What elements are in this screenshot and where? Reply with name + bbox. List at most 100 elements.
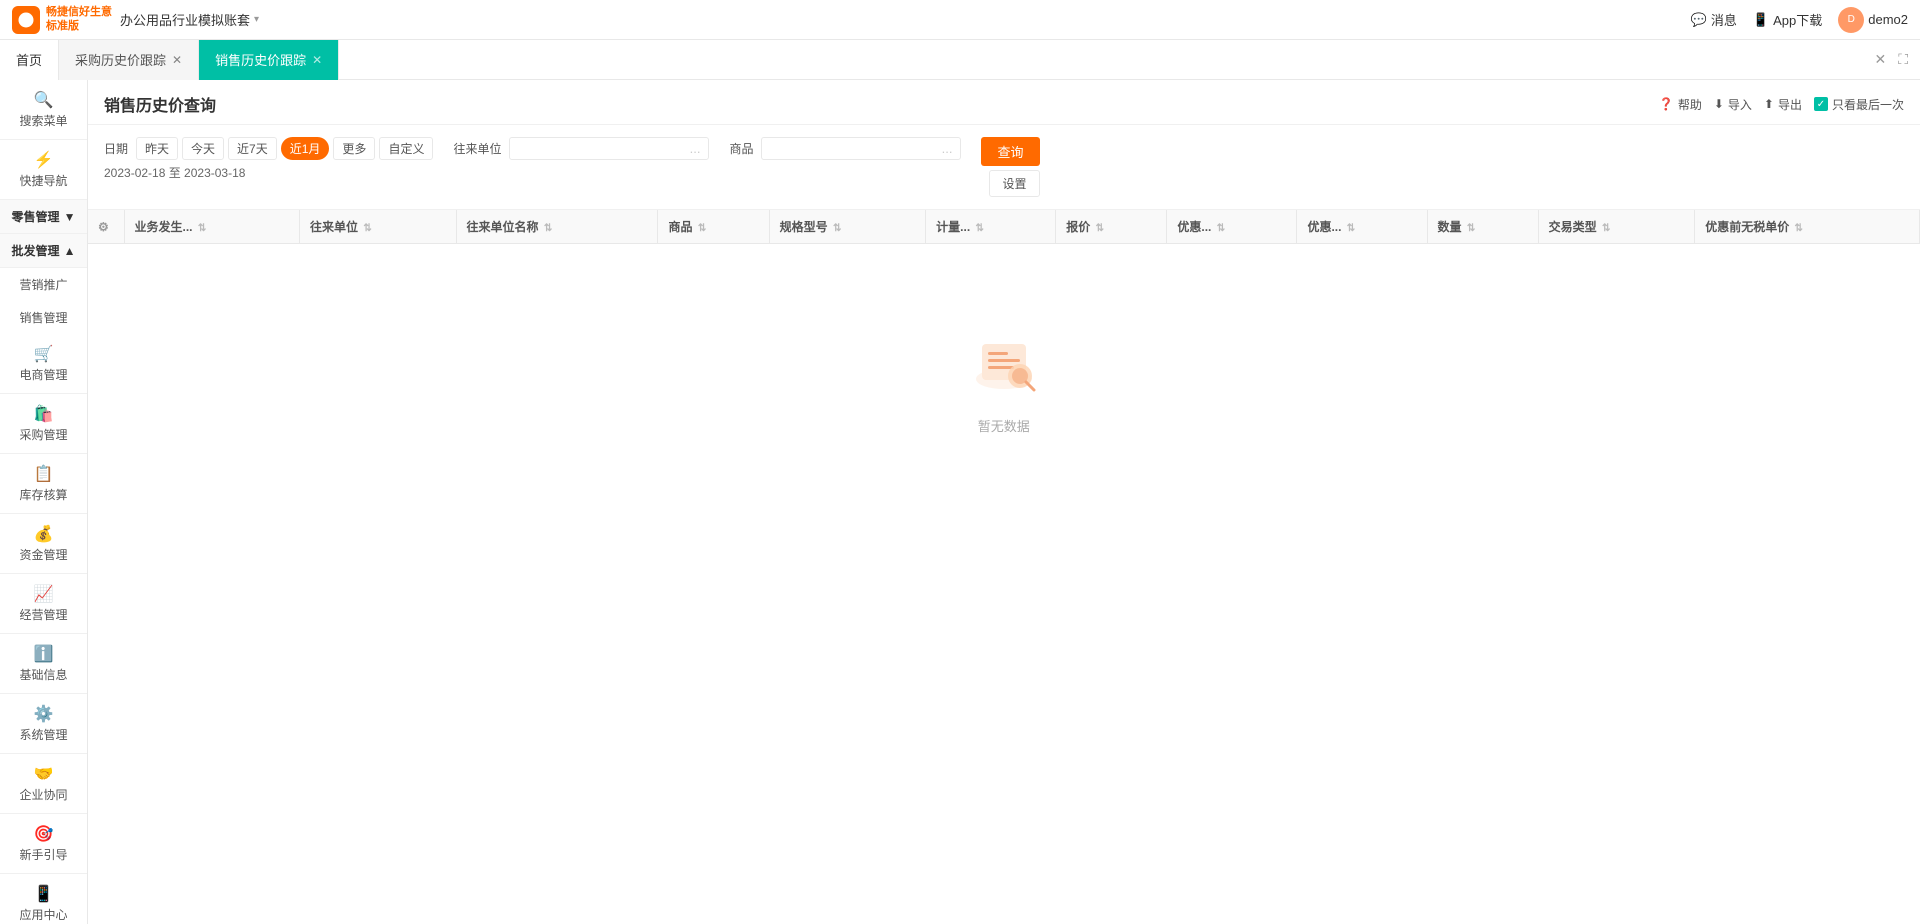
finance-label: 资金管理: [19, 546, 67, 563]
message-icon: 💬: [1691, 12, 1707, 28]
close-tab-btn[interactable]: ✕: [1870, 47, 1890, 72]
tabbar: 首页 采购历史价跟踪 ✕ 销售历史价跟踪 ✕ ✕ ⛶: [0, 40, 1920, 80]
only-last-checkbox[interactable]: 只看最后一次: [1814, 96, 1904, 113]
tab-sales-history[interactable]: 销售历史价跟踪 ✕: [199, 40, 339, 80]
sidebar-item-retail-mgmt[interactable]: 零售管理 ▼: [0, 200, 87, 234]
app-icon: 📱: [1753, 12, 1769, 28]
svg-text:6: 6: [24, 16, 28, 25]
sidebar-item-system-mgmt[interactable]: ⚙️ 系统管理: [0, 694, 87, 754]
message-btn[interactable]: 💬 消息: [1691, 10, 1737, 29]
tab-home[interactable]: 首页: [0, 40, 59, 80]
sort-icon-counterpart-name[interactable]: ⇅: [544, 223, 552, 234]
date-btn-more[interactable]: 更多: [333, 137, 375, 160]
sort-icon-quantity[interactable]: ⇅: [1467, 223, 1475, 234]
table-col-settings: ⚙: [88, 210, 124, 244]
wholesale-mgmt-arrow: ▲: [64, 244, 76, 258]
sidebar-item-wholesale-mgmt[interactable]: 批发管理 ▲: [0, 234, 87, 268]
table-col-business-date: 业务发生... ⇅: [124, 210, 299, 244]
date-btn-last7days[interactable]: 近7天: [228, 137, 277, 160]
product-label: 商品: [729, 140, 753, 157]
date-btn-custom[interactable]: 自定义: [379, 137, 433, 160]
table-col-trade-type: 交易类型 ⇅: [1538, 210, 1695, 244]
sort-icon-counterpart-code[interactable]: ⇅: [363, 223, 371, 234]
tab-purchase-history[interactable]: 采购历史价跟踪 ✕: [59, 40, 199, 80]
help-btn[interactable]: ❓ 帮助: [1659, 96, 1702, 113]
sidebar-item-app-center[interactable]: 📱 应用中心: [0, 874, 87, 924]
table-col-discount1: 优惠... ⇅: [1167, 210, 1297, 244]
username: demo2: [1868, 12, 1908, 27]
logo-area: 6 畅捷信好生意 标准版: [12, 6, 112, 34]
ecommerce-label: 电商管理: [19, 366, 67, 383]
sidebar-item-basic-info[interactable]: ℹ️ 基础信息: [0, 634, 87, 694]
system-label: 系统管理: [19, 726, 67, 743]
sort-icon-spec[interactable]: ⇅: [833, 223, 841, 234]
sidebar-item-search-menu[interactable]: 🔍 搜索菜单: [0, 80, 87, 140]
guide-icon: 🎯: [34, 824, 54, 844]
sort-icon-pre-tax-price[interactable]: ⇅: [1795, 223, 1803, 234]
sidebar-item-inventory[interactable]: 📋 库存核算: [0, 454, 87, 514]
sidebar-item-quick-nav[interactable]: ⚡ 快捷导航: [0, 140, 87, 200]
sidebar-item-purchase-mgmt[interactable]: 🛍️ 采购管理: [0, 394, 87, 454]
table-col-quantity: 数量 ⇅: [1427, 210, 1538, 244]
sidebar: 🔍 搜索菜单 ⚡ 快捷导航 零售管理 ▼ 批发管理 ▲ 营销推广 销售管理 🛒 …: [0, 80, 88, 924]
search-menu-label: 搜索菜单: [19, 112, 67, 129]
table-settings-icon[interactable]: ⚙: [98, 220, 109, 234]
counterpart-input[interactable]: [518, 142, 685, 156]
tab-actions: ✕ ⛶: [1870, 47, 1920, 72]
filter-right: 查询 设置: [981, 137, 1039, 197]
app-download-btn[interactable]: 📱 App下载: [1753, 10, 1822, 29]
marketing-label: 营销推广: [19, 278, 67, 292]
sort-icon-quote-price[interactable]: ⇅: [1096, 223, 1104, 234]
data-table: ⚙ 业务发生... ⇅ 往来单位 ⇅ 往来单位名称 ⇅: [88, 210, 1920, 515]
import-btn[interactable]: ⬇ 导入: [1714, 96, 1752, 113]
expand-tab-btn[interactable]: ⛶: [1894, 47, 1912, 72]
table-container: ⚙ 业务发生... ⇅ 往来单位 ⇅ 往来单位名称 ⇅: [88, 210, 1920, 515]
settings-btn[interactable]: 设置: [989, 170, 1039, 197]
sort-icon-product[interactable]: ⇅: [698, 223, 706, 234]
page-header: 销售历史价查询 ❓ 帮助 ⬇ 导入 ⬆ 导出 只看最后一次: [88, 80, 1920, 125]
product-input[interactable]: [770, 142, 937, 156]
export-btn[interactable]: ⬆ 导出: [1764, 96, 1802, 113]
sales-mgmt-label: 销售管理: [19, 311, 67, 325]
empty-icon: [964, 324, 1044, 404]
user-menu[interactable]: D demo2: [1838, 7, 1908, 33]
sort-icon-unit[interactable]: ⇅: [976, 223, 984, 234]
tab-sales-history-label: 销售历史价跟踪: [215, 50, 306, 69]
operation-icon: 📈: [34, 584, 54, 604]
sort-icon-trade-type[interactable]: ⇅: [1602, 223, 1610, 234]
wholesale-mgmt-label: 批发管理: [12, 242, 60, 259]
tab-sales-history-close[interactable]: ✕: [312, 53, 322, 67]
sort-icon-discount2[interactable]: ⇅: [1347, 223, 1355, 234]
counterpart-input-wrapper[interactable]: ...: [509, 137, 709, 160]
query-btn[interactable]: 查询: [981, 137, 1039, 166]
sidebar-item-sales-mgmt[interactable]: 销售管理: [0, 301, 87, 334]
app-name-selector[interactable]: 办公用品行业模拟账套 ▾: [120, 10, 259, 29]
tab-home-label: 首页: [16, 50, 42, 69]
inventory-label: 库存核算: [19, 486, 67, 503]
date-btn-last1month[interactable]: 近1月: [281, 137, 330, 160]
date-btn-yesterday[interactable]: 昨天: [136, 137, 178, 160]
tab-purchase-history-close[interactable]: ✕: [172, 53, 182, 67]
counterpart-filter-group: 往来单位 ...: [453, 137, 709, 160]
topbar-right: 💬 消息 📱 App下载 D demo2: [1691, 7, 1908, 33]
basic-info-label: 基础信息: [19, 666, 67, 683]
app-center-icon: 📱: [34, 884, 54, 904]
checkbox-icon: [1814, 97, 1828, 111]
sort-icon-business-date[interactable]: ⇅: [198, 223, 206, 234]
sort-icon-discount1[interactable]: ⇅: [1217, 223, 1225, 234]
sidebar-item-enterprise-collab[interactable]: 🤝 企业协同: [0, 754, 87, 814]
sidebar-item-guide[interactable]: 🎯 新手引导: [0, 814, 87, 874]
product-filter-group: 商品 ...: [729, 137, 961, 160]
sidebar-item-finance-mgmt[interactable]: 💰 资金管理: [0, 514, 87, 574]
table-col-discount2: 优惠... ⇅: [1297, 210, 1427, 244]
sidebar-item-ecommerce-mgmt[interactable]: 🛒 电商管理: [0, 334, 87, 394]
product-input-wrapper[interactable]: ...: [761, 137, 961, 160]
date-filter-group: 日期 昨天 今天 近7天 近1月 更多 自定义: [104, 137, 433, 160]
topbar-left: 6 畅捷信好生意 标准版 办公用品行业模拟账套 ▾: [12, 6, 259, 34]
sidebar-item-operation-mgmt[interactable]: 📈 经营管理: [0, 574, 87, 634]
search-menu-icon: 🔍: [34, 90, 54, 110]
date-btn-today[interactable]: 今天: [182, 137, 224, 160]
basic-info-icon: ℹ️: [34, 644, 54, 664]
system-icon: ⚙️: [34, 704, 54, 724]
sidebar-item-marketing[interactable]: 营销推广: [0, 268, 87, 301]
